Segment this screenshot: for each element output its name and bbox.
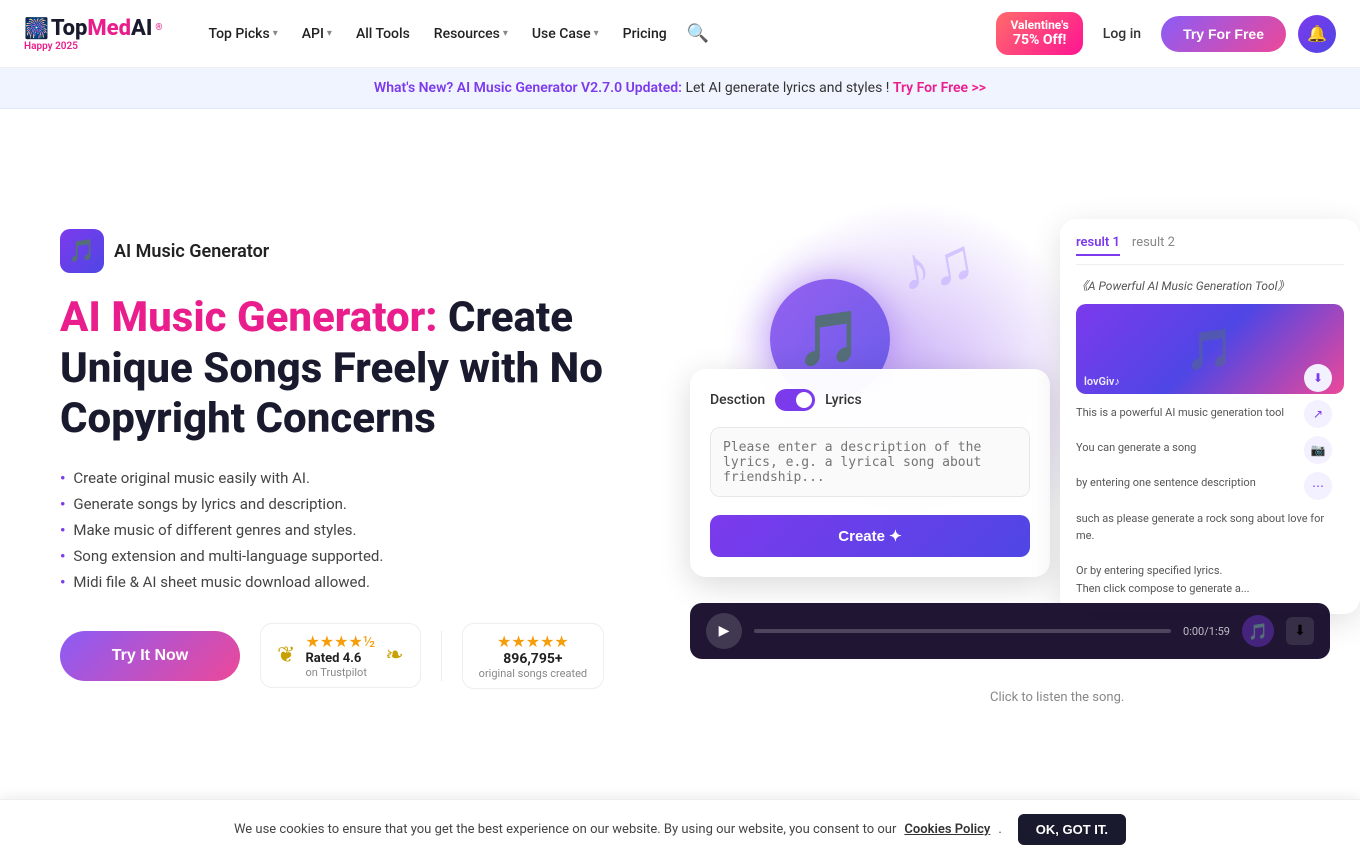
music-notes-decoration: ♪♫ [894,223,980,306]
hero-visual: 🎵 ♪♫ Desction Lyrics Create ✦ result 1 r… [660,169,1360,719]
download-action-button[interactable]: ⬇ [1304,364,1332,392]
chevron-down-icon: ▾ [594,28,599,39]
login-button[interactable]: Log in [1095,20,1149,48]
play-icon: ▶ [719,623,730,639]
laurel-left-icon: ❦ [277,643,295,668]
nav-links: Top Picks ▾ API ▾ All Tools Resources ▾ … [199,17,716,50]
trustpilot-box: ❦ ★★★★½ Rated 4.6 on Trustpilot ❧ [260,623,421,688]
chevron-down-icon: ▾ [327,28,332,39]
trust-platform: on Trustpilot [305,666,375,679]
cookie-consent-bar: We use cookies to ensure that you get th… [0,799,1360,859]
share-action-button[interactable]: ↗ [1304,400,1332,428]
try-now-button[interactable]: Try It Now [60,631,240,681]
feature-item: Make music of different genres and style… [60,517,620,543]
player-avatar: 🎵 [1242,615,1274,647]
logo-firework-icon: 🎆 [24,16,49,40]
try-free-button[interactable]: Try For Free [1161,16,1286,52]
description-textarea[interactable] [710,427,1030,497]
hero-actions: Try It Now ❦ ★★★★½ Rated 4.6 on Trustpil… [60,623,620,689]
audio-player: ▶ 0:00/1:59 🎵 ⬇ [690,603,1330,659]
nav-item-resources[interactable]: Resources ▾ [424,20,518,48]
notification-button[interactable]: 🔔 [1298,15,1336,53]
chevron-down-icon: ▾ [273,28,278,39]
toggle-switch[interactable] [775,389,815,411]
chevron-down-icon: ▾ [503,28,508,39]
ui-mockup-card: Desction Lyrics Create ✦ [690,369,1050,577]
result-title: 《A Powerful AI Music Generation Tool》 [1076,277,1344,294]
click-to-listen-label: Click to listen the song. [990,690,1124,705]
create-button[interactable]: Create ✦ [710,515,1030,557]
feature-item: Generate songs by lyrics and description… [60,491,620,517]
product-label: 🎵 AI Music Generator [60,229,620,273]
product-icon: 🎵 [60,229,104,273]
instagram-action-button[interactable]: 📷 [1304,436,1332,464]
nav-item-pricing[interactable]: Pricing [613,20,677,48]
download-button[interactable]: ⬇ [1286,617,1314,645]
ui-toggle-row: Desction Lyrics [710,389,1030,411]
logo-text: TopMedAI [51,16,153,41]
songs-count-box: ★★★★★ 896,795+ original songs created [462,623,604,689]
logo-happy-text: Happy 2025 [24,41,78,52]
play-button[interactable]: ▶ [706,613,742,649]
hero-title: AI Music Generator: Create Unique Songs … [60,293,620,444]
result-tab-2[interactable]: result 2 [1132,235,1175,256]
result-action-buttons: ⬇ ↗ 📷 ⋯ [1304,364,1332,500]
time-label: 0:00/1:59 [1183,625,1230,638]
songs-sub: original songs created [479,667,587,680]
logo[interactable]: 🎆 TopMedAI ® Happy 2025 [24,16,163,52]
nav-item-api[interactable]: API ▾ [292,20,342,48]
nav-item-use-case[interactable]: Use Case ▾ [522,20,609,48]
result-tabs: result 1 result 2 [1076,235,1344,265]
announcement-bar: What's New? AI Music Generator V2.7.0 Up… [0,68,1360,109]
trust-stars: ★★★★½ [305,632,375,651]
songs-count: 896,795+ [503,651,562,667]
result-img-label: lovGiv♪ [1084,375,1120,388]
nav-right: Valentine's 75% Off! Log in Try For Free… [996,12,1336,55]
divider [441,631,442,681]
cookie-period: . [998,822,1001,837]
cookie-ok-button[interactable]: OK, GOT IT. [1018,814,1126,845]
whats-new-label: What's New? [374,80,453,96]
hero-left: 🎵 AI Music Generator AI Music Generator:… [60,229,620,688]
laurel-right-icon: ❧ [385,643,403,668]
search-button[interactable]: 🔍 [681,17,715,50]
update-highlight: AI Music Generator V2.7.0 Updated: [457,80,682,96]
songs-stars: ★★★★★ [497,632,569,651]
logo-registered-icon: ® [155,23,162,33]
hero-section: 🎵 AI Music Generator AI Music Generator:… [0,109,1360,789]
feature-list: Create original music easily with AI. Ge… [60,465,620,595]
announce-text: Let AI generate lyrics and styles ! [685,80,892,96]
progress-bar[interactable] [754,629,1171,633]
nav-item-all-tools[interactable]: All Tools [346,20,420,48]
result-tab-1[interactable]: result 1 [1076,235,1120,256]
cookie-text: We use cookies to ensure that you get th… [234,822,896,837]
navbar: 🎆 TopMedAI ® Happy 2025 Top Picks ▾ API … [0,0,1360,68]
bell-icon: 🔔 [1307,24,1327,43]
feature-item: Create original music easily with AI. [60,465,620,491]
product-name: AI Music Generator [114,241,269,262]
feature-item: Midi file & AI sheet music download allo… [60,569,620,595]
nav-item-top-picks[interactable]: Top Picks ▾ [199,20,288,48]
valentine-promo-badge[interactable]: Valentine's 75% Off! [996,12,1082,55]
more-action-button[interactable]: ⋯ [1304,472,1332,500]
try-free-link[interactable]: Try For Free >> [893,80,986,96]
cookies-policy-link[interactable]: Cookies Policy [904,822,990,837]
trust-rated: Rated 4.6 [305,651,375,666]
hero-right-visual: 🎵 ♪♫ Desction Lyrics Create ✦ result 1 r… [660,169,1360,719]
feature-item: Song extension and multi-language suppor… [60,543,620,569]
result-panel: result 1 result 2 《A Powerful AI Music G… [1060,219,1360,614]
